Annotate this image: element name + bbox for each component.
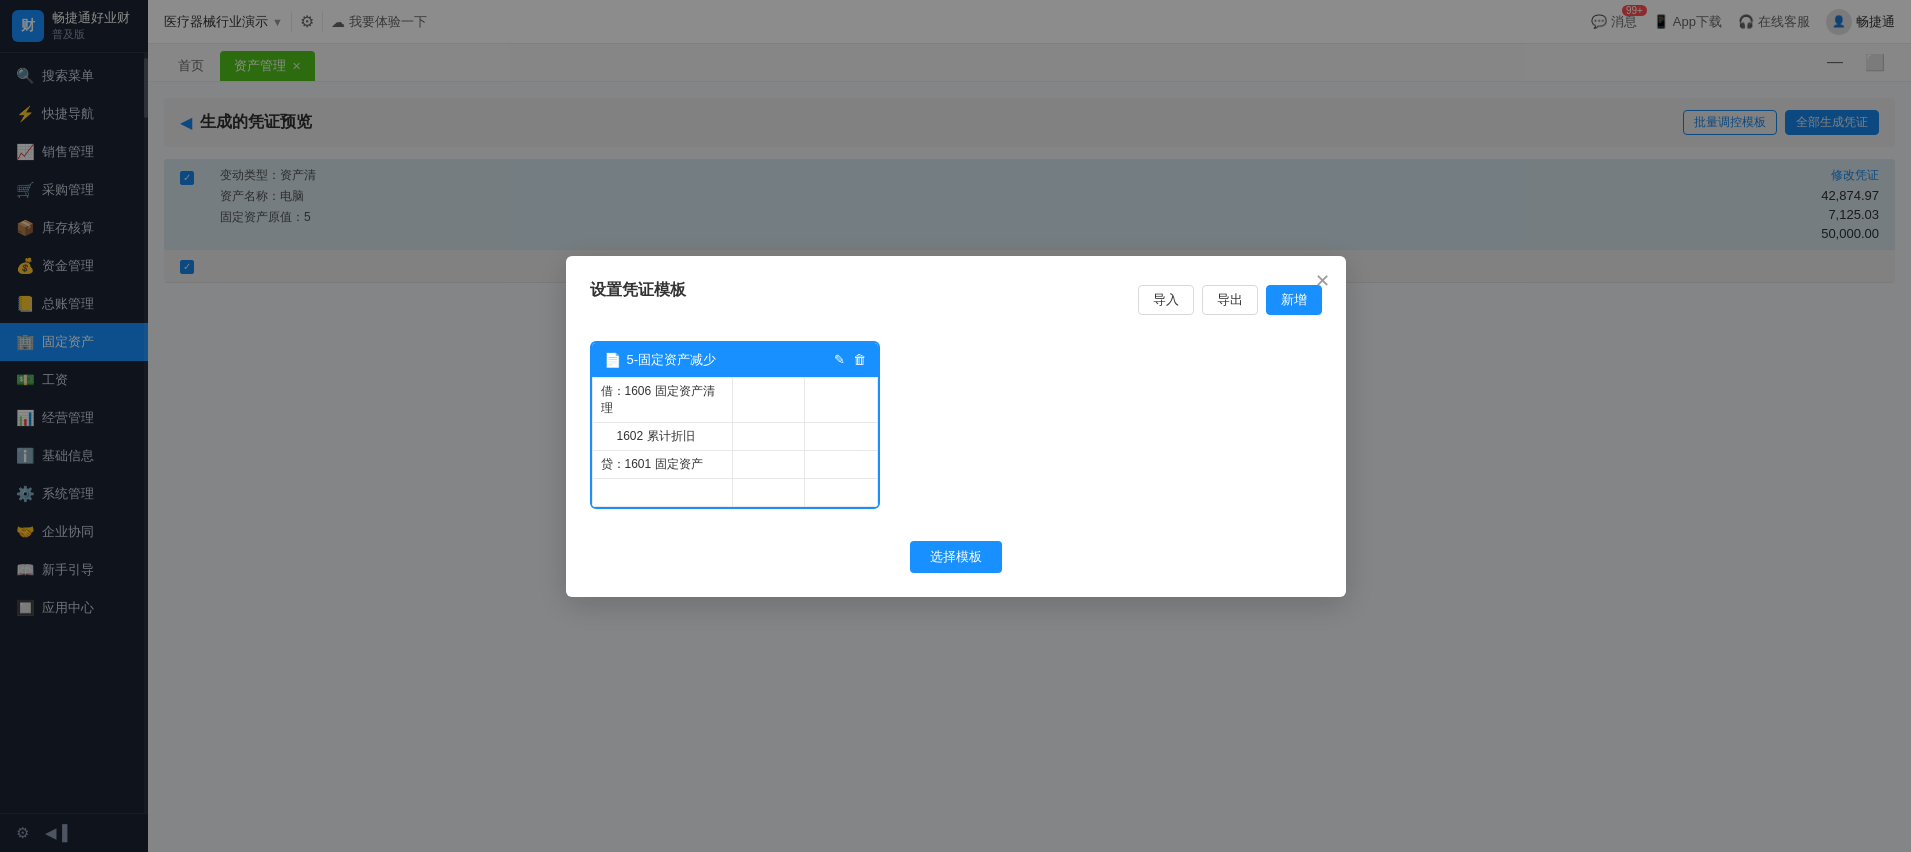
export-btn[interactable]: 导出 (1202, 285, 1258, 315)
template-entries-table: 借：1606 固定资产清理 1602 累计折旧 (592, 377, 878, 507)
modal-overlay: ✕ 设置凭证模板 导入 导出 新增 (148, 82, 1911, 852)
modal-close-btn[interactable]: ✕ (1315, 272, 1330, 290)
template-card: 📄 5-固定资产减少 ✎ 🗑 (590, 341, 880, 509)
template-card-header: 📄 5-固定资产减少 ✎ 🗑 (592, 343, 878, 377)
template-card-title: 📄 5-固定资产减少 (604, 351, 717, 369)
entry-debit-2 (732, 422, 805, 450)
template-entry-row-3: 贷：1601 固定资产 (592, 450, 877, 478)
modal-header: 设置凭证模板 导入 导出 新增 (590, 280, 1322, 321)
entry-empty (592, 478, 732, 506)
entry-credit-3 (805, 450, 878, 478)
main-area: 医疗器械行业演示 ▼ ⚙ ☁ 我要体验一下 💬 消息 99+ 📱 (148, 0, 1911, 852)
new-template-btn[interactable]: 新增 (1266, 285, 1322, 315)
template-list: 📄 5-固定资产减少 ✎ 🗑 (590, 341, 1322, 525)
template-card-actions: ✎ 🗑 (834, 352, 866, 367)
modal-title: 设置凭证模板 (590, 280, 686, 301)
template-full-title: 5-固定资产减少 (627, 351, 717, 369)
template-card-body: 借：1606 固定资产清理 1602 累计折旧 (592, 377, 878, 507)
content-area: ◀ 生成的凭证预览 批量调控模板 全部生成凭证 ✓ (148, 82, 1911, 852)
template-entry-row-2: 1602 累计折旧 (592, 422, 877, 450)
entry-debit-1 (732, 377, 805, 422)
template-doc-icon: 📄 (604, 352, 621, 368)
entry-type-1: 借：1606 固定资产清理 (592, 377, 732, 422)
template-delete-icon[interactable]: 🗑 (853, 352, 866, 367)
import-btn[interactable]: 导入 (1138, 285, 1194, 315)
entry-credit-empty (805, 478, 878, 506)
entry-credit-2 (805, 422, 878, 450)
template-edit-icon[interactable]: ✎ (834, 352, 845, 367)
entry-type-3: 贷：1601 固定资产 (592, 450, 732, 478)
entry-debit-3 (732, 450, 805, 478)
template-entry-row-empty (592, 478, 877, 506)
entry-credit-1 (805, 377, 878, 422)
modal-dialog: ✕ 设置凭证模板 导入 导出 新增 (566, 256, 1346, 597)
template-entry-row: 借：1606 固定资产清理 (592, 377, 877, 422)
entry-debit-empty (732, 478, 805, 506)
entry-type-2: 1602 累计折旧 (592, 422, 732, 450)
select-template-btn[interactable]: 选择模板 (910, 541, 1002, 573)
modal-header-actions: 导入 导出 新增 (1138, 285, 1322, 315)
